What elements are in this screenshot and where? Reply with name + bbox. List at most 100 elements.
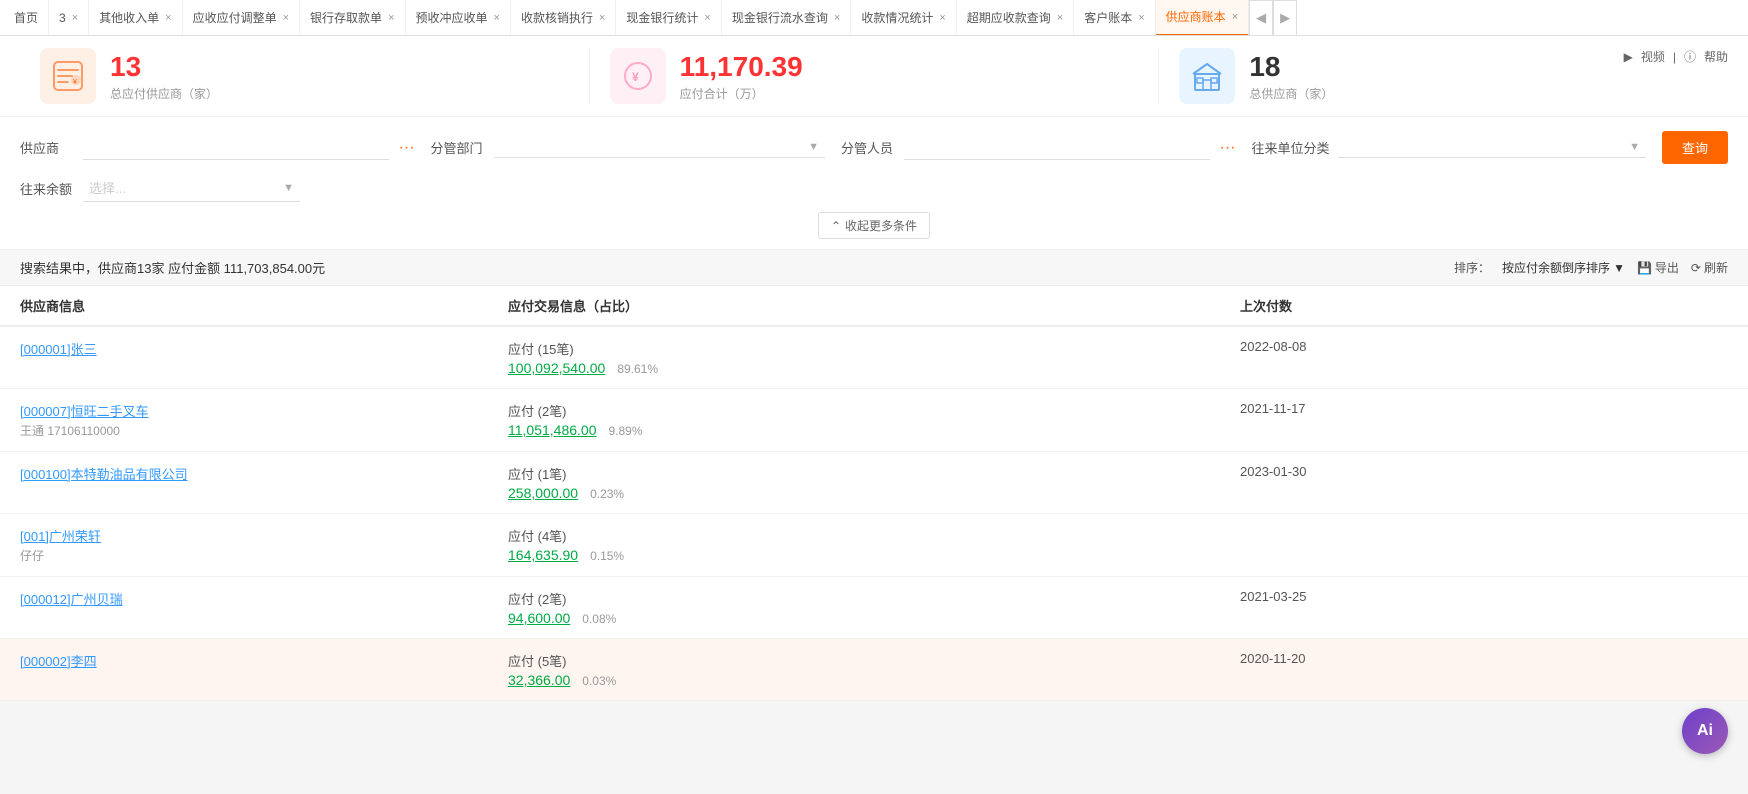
- trans-amount[interactable]: 164,635.90: [508, 547, 578, 563]
- supplier-cell: [000012]广州贝瑞: [20, 589, 508, 608]
- nav-tab-collect-verify-label: 收款核销执行: [521, 9, 593, 26]
- trans-cell: 应付 (2笔) 11,051,486.00 9.89%: [508, 401, 1240, 438]
- trans-amount[interactable]: 258,000.00: [508, 485, 578, 501]
- ai-button[interactable]: Ai: [1682, 708, 1728, 754]
- filter-row-2: 往来余额 选择... ▼: [20, 174, 1728, 202]
- balance-placeholder: 选择...: [89, 178, 126, 197]
- supplier-label: 供应商: [20, 138, 75, 157]
- supplier-link[interactable]: [000002]李四: [20, 651, 508, 670]
- table-row[interactable]: [000002]李四 应付 (5笔) 32,366.00 0.03% 2020-…: [0, 639, 1748, 701]
- svg-text:¥: ¥: [73, 79, 77, 86]
- nav-tab-cash-bank-stat[interactable]: 现金银行统计 ×: [616, 0, 721, 36]
- nav-tab-overdue-query[interactable]: 超期应收款查询 ×: [957, 0, 1074, 36]
- stats-bar: ▶ 视频 | ⓘ 帮助 ¥ 13 总应付供应商（家） ¥ 11,170.3: [0, 36, 1748, 117]
- last-pay-cell: 2021-11-17: [1240, 401, 1728, 416]
- top-links: ▶ 视频 | ⓘ 帮助: [1624, 48, 1728, 65]
- help-link[interactable]: 帮助: [1704, 48, 1728, 65]
- nav-tab-home[interactable]: 首页: [4, 0, 49, 36]
- sort-value[interactable]: 按应付余额倒序排序 ▼: [1502, 259, 1625, 276]
- supplier-filter: 供应商 ···: [20, 136, 415, 160]
- video-link[interactable]: 视频: [1641, 48, 1665, 65]
- trans-label: 应付 (1笔): [508, 464, 1240, 483]
- supplier-link[interactable]: [000100]本特勒油品有限公司: [20, 464, 508, 483]
- nav-prev-arrow[interactable]: ◀: [1249, 0, 1273, 36]
- supplier-cell: [000100]本特勒油品有限公司: [20, 464, 508, 483]
- col-header-supplier: 供应商信息: [20, 296, 508, 315]
- close-icon[interactable]: ×: [599, 12, 605, 24]
- close-icon[interactable]: ×: [1057, 12, 1063, 24]
- col-header-trans: 应付交易信息（占比）: [508, 296, 1240, 315]
- supplier-dots-btn[interactable]: ···: [399, 139, 415, 157]
- table-area: 供应商信息 应付交易信息（占比） 上次付数 [000001]张三 应付 (15笔…: [0, 286, 1748, 701]
- nav-tab-3-label: 3: [59, 11, 66, 25]
- table-row[interactable]: [000007]恒旺二手叉车 王通 17106110000 应付 (2笔) 11…: [0, 389, 1748, 452]
- nav-tab-collect-verify[interactable]: 收款核销执行 ×: [511, 0, 616, 36]
- close-icon[interactable]: ×: [1232, 11, 1238, 23]
- supplier-input[interactable]: [83, 136, 389, 160]
- trans-percent: 9.89%: [609, 424, 643, 438]
- filter-row-1: 供应商 ··· 分管部门 ▼ 分管人员 ··· 往来单位分类 ▼ 查询: [20, 131, 1728, 164]
- sort-label: 排序：: [1454, 259, 1490, 276]
- category-select[interactable]: ▼: [1338, 137, 1646, 158]
- trans-cell: 应付 (5笔) 32,366.00 0.03%: [508, 651, 1240, 688]
- nav-tab-customer-book[interactable]: 客户账本 ×: [1074, 0, 1155, 36]
- supplier-link[interactable]: [000012]广州贝瑞: [20, 589, 508, 608]
- stat-amount-text: 11,170.39 应付合计（万）: [680, 50, 803, 103]
- close-icon[interactable]: ×: [165, 12, 171, 24]
- nav-tab-cash-bank-flow-label: 现金银行流水查询: [732, 9, 828, 26]
- nav-tab-ar-ap-adjust[interactable]: 应收应付调整单 ×: [183, 0, 300, 36]
- close-icon[interactable]: ×: [494, 12, 500, 24]
- table-row[interactable]: [000012]广州贝瑞 应付 (2笔) 94,600.00 0.08% 202…: [0, 577, 1748, 639]
- trans-cell: 应付 (1笔) 258,000.00 0.23%: [508, 464, 1240, 501]
- trans-label: 应付 (2笔): [508, 401, 1240, 420]
- table-header: 供应商信息 应付交易信息（占比） 上次付数: [0, 286, 1748, 327]
- nav-tab-overdue-query-label: 超期应收款查询: [967, 9, 1051, 26]
- close-icon[interactable]: ×: [704, 12, 710, 24]
- trans-amount[interactable]: 11,051,486.00: [508, 422, 597, 438]
- trans-label: 应付 (15笔): [508, 339, 1240, 358]
- export-button[interactable]: 💾 导出: [1637, 259, 1679, 276]
- close-icon[interactable]: ×: [1138, 12, 1144, 24]
- trans-amount[interactable]: 100,092,540.00: [508, 360, 605, 376]
- nav-next-arrow[interactable]: ▶: [1273, 0, 1297, 36]
- supplier-cell: [001]广州荣轩 仔仔: [20, 526, 508, 564]
- dept-select[interactable]: ▼: [494, 137, 826, 158]
- search-button[interactable]: 查询: [1662, 131, 1728, 164]
- close-icon[interactable]: ×: [72, 12, 78, 24]
- collapse-label: 收起更多条件: [845, 217, 917, 234]
- close-icon[interactable]: ×: [834, 12, 840, 24]
- nav-tab-ar-ap-adjust-label: 应收应付调整单: [193, 9, 277, 26]
- collapse-row: ⌃ 收起更多条件: [20, 212, 1728, 239]
- close-icon[interactable]: ×: [939, 12, 945, 24]
- refresh-button[interactable]: ⟳ 刷新: [1691, 259, 1728, 276]
- nav-tab-cash-bank-flow[interactable]: 现金银行流水查询 ×: [722, 0, 851, 36]
- table-row[interactable]: [000100]本特勒油品有限公司 应付 (1笔) 258,000.00 0.2…: [0, 452, 1748, 514]
- stat-payable-label: 总应付供应商（家）: [110, 85, 218, 102]
- person-dots-btn[interactable]: ···: [1220, 139, 1236, 157]
- close-icon[interactable]: ×: [388, 12, 394, 24]
- trans-cell: 应付 (15笔) 100,092,540.00 89.61%: [508, 339, 1240, 376]
- supplier-link[interactable]: [000001]张三: [20, 339, 508, 358]
- trans-label: 应付 (2笔): [508, 589, 1240, 608]
- nav-tab-bank-deposit[interactable]: 银行存取款单 ×: [300, 0, 405, 36]
- nav-tab-other-income[interactable]: 其他收入单 ×: [89, 0, 182, 36]
- filter-area: 供应商 ··· 分管部门 ▼ 分管人员 ··· 往来单位分类 ▼ 查询 往来: [0, 117, 1748, 250]
- nav-tab-collect-stat[interactable]: 收款情况统计 ×: [851, 0, 956, 36]
- last-pay-cell: 2023-01-30: [1240, 464, 1728, 479]
- trans-row: 32,366.00 0.03%: [508, 672, 1240, 688]
- supplier-link[interactable]: [001]广州荣轩: [20, 526, 508, 545]
- supplier-link[interactable]: [000007]恒旺二手叉车: [20, 401, 508, 420]
- table-row[interactable]: [000001]张三 应付 (15笔) 100,092,540.00 89.61…: [0, 327, 1748, 389]
- balance-select[interactable]: 选择... ▼: [83, 174, 300, 202]
- nav-tab-supplier-book[interactable]: 供应商账本 ×: [1156, 0, 1249, 36]
- supplier-cell: [000002]李四: [20, 651, 508, 670]
- trans-amount[interactable]: 32,366.00: [508, 672, 570, 688]
- trans-amount[interactable]: 94,600.00: [508, 610, 570, 626]
- close-icon[interactable]: ×: [283, 12, 289, 24]
- table-row[interactable]: [001]广州荣轩 仔仔 应付 (4笔) 164,635.90 0.15%: [0, 514, 1748, 577]
- person-input[interactable]: [904, 136, 1210, 160]
- nav-tab-advance-collect[interactable]: 预收冲应收单 ×: [406, 0, 511, 36]
- nav-tab-3[interactable]: 3 ×: [49, 0, 89, 36]
- top-navigation: 首页 3 × 其他收入单 × 应收应付调整单 × 银行存取款单 × 预收冲应收单…: [0, 0, 1748, 36]
- collapse-button[interactable]: ⌃ 收起更多条件: [818, 212, 930, 239]
